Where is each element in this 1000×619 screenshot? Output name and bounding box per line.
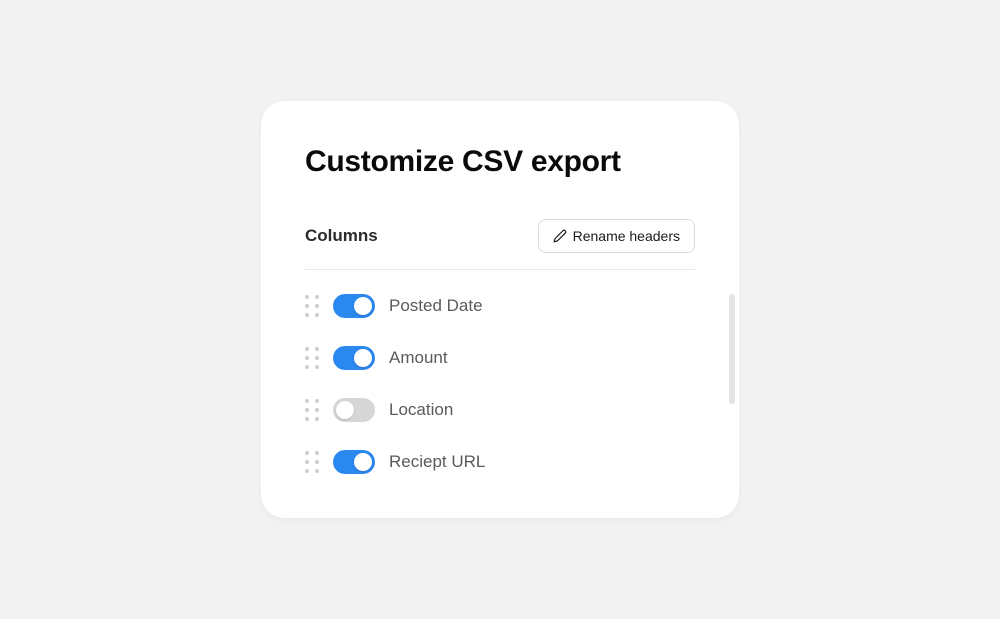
drag-handle-icon[interactable] [305, 399, 319, 421]
column-row: Reciept URL [305, 450, 695, 474]
column-row: Location [305, 398, 695, 422]
columns-list: Posted Date Amount Location [305, 294, 695, 474]
column-label: Posted Date [389, 296, 483, 316]
drag-handle-icon[interactable] [305, 347, 319, 369]
drag-handle-icon[interactable] [305, 451, 319, 473]
columns-label: Columns [305, 226, 378, 246]
drag-handle-icon[interactable] [305, 295, 319, 317]
rename-headers-label: Rename headers [573, 228, 680, 244]
toggle-knob [336, 401, 354, 419]
card-title: Customize CSV export [305, 145, 695, 179]
column-label: Reciept URL [389, 452, 485, 472]
column-label: Location [389, 400, 453, 420]
toggle-knob [354, 453, 372, 471]
pencil-icon [553, 229, 567, 243]
toggle-knob [354, 349, 372, 367]
column-row: Amount [305, 346, 695, 370]
columns-section-header: Columns Rename headers [305, 219, 695, 270]
column-row: Posted Date [305, 294, 695, 318]
toggle-knob [354, 297, 372, 315]
column-toggle-location[interactable] [333, 398, 375, 422]
scrollbar[interactable] [729, 294, 735, 404]
column-toggle-posted-date[interactable] [333, 294, 375, 318]
csv-export-card: Customize CSV export Columns Rename head… [261, 101, 739, 518]
rename-headers-button[interactable]: Rename headers [538, 219, 695, 253]
column-toggle-amount[interactable] [333, 346, 375, 370]
column-label: Amount [389, 348, 448, 368]
column-toggle-receipt-url[interactable] [333, 450, 375, 474]
